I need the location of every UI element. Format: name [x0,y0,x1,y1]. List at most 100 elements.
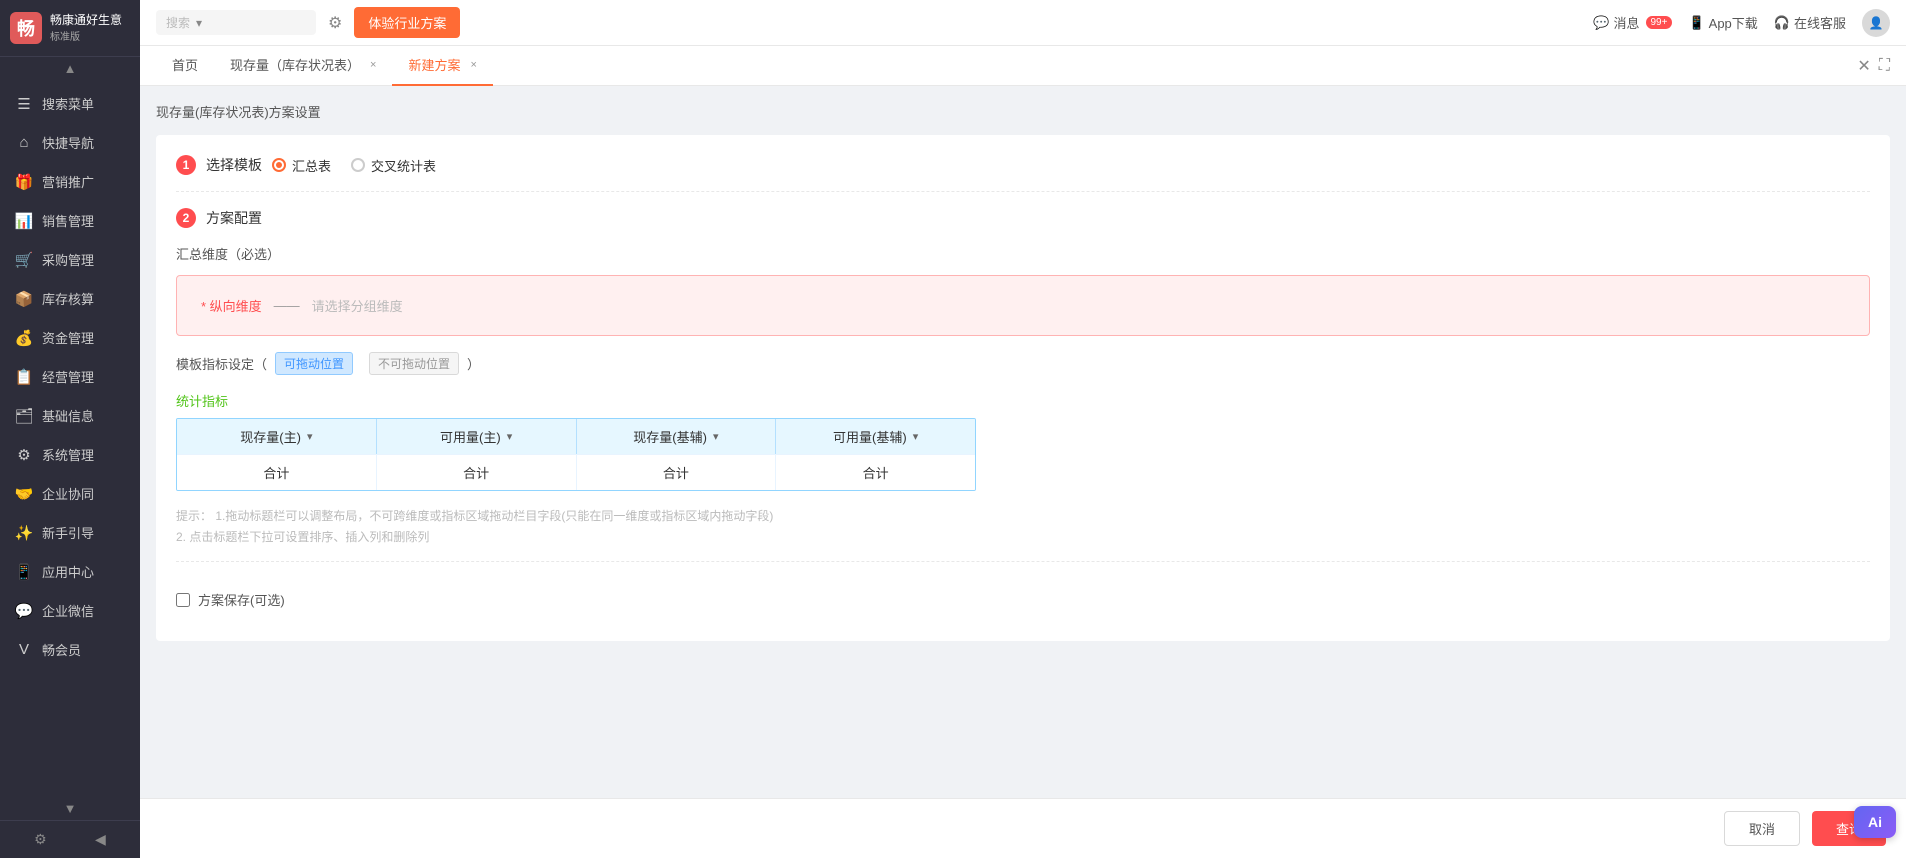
radio-cross-dot [351,158,365,172]
phone-icon: 📱 [1688,15,1704,31]
message-badge: 99+ [1646,16,1673,29]
sidebar-item-label: 系统管理 [42,445,94,464]
sidebar-nav: ☰ 搜索菜单 ⌂ 快捷导航 🎁 营销推广 📊 销售管理 🛒 采购管理 📦 库存核… [0,80,140,797]
tab-inventory-status[interactable]: 现存量（库存状况表） × [214,46,392,86]
tab-home[interactable]: 首页 [156,46,214,86]
sidebar-item-app[interactable]: 📱 应用中心 [0,552,140,591]
dimension-box: * 纵向维度 —— 请选择分组维度 [176,275,1870,336]
topbar-search[interactable]: 搜索 ▾ [156,10,316,35]
sidebar-scroll-up[interactable]: ▲ [0,57,140,80]
sidebar-item-label: 采购管理 [42,250,94,269]
col-dropdown-4[interactable]: ▾ [913,430,919,443]
col-available-sub[interactable]: 可用量(基辅) ▾ [776,419,975,454]
sidebar-item-label: 销售管理 [42,211,94,230]
col-available-main[interactable]: 可用量(主) ▾ [377,419,577,454]
user-avatar[interactable]: 👤 [1862,9,1890,37]
trial-button[interactable]: 体验行业方案 [354,7,460,38]
sidebar-item-base[interactable]: 🗂 基础信息 [0,396,140,435]
message-btn[interactable]: 💬 消息 99+ [1593,13,1672,32]
quick-nav-icon: ⌂ [14,134,34,151]
sidebar-item-finance[interactable]: 💰 资金管理 [0,318,140,357]
app-download-label: App下载 [1709,13,1758,32]
topbar-gear-icon[interactable]: ⚙ [328,13,342,33]
save-checkbox[interactable] [176,593,190,607]
sidebar-item-label: 搜索菜单 [42,94,94,113]
step2-badge: 2 [176,208,196,228]
scheme-card: 1 选择模板 汇总表 交叉统计表 2 方案配置 [156,135,1890,641]
sidebar-scroll-down[interactable]: ▼ [0,797,140,820]
step2-title: 方案配置 [206,208,262,228]
sidebar-item-guide[interactable]: ✨ 新手引导 [0,513,140,552]
biz-icon: 📋 [14,368,34,386]
online-service-btn[interactable]: 🎧 在线客服 [1774,13,1846,32]
draggable-badge: 可拖动位置 [275,352,353,375]
sidebar-item-label: 经营管理 [42,367,94,386]
settings-icon[interactable]: ⚙ [34,831,47,848]
logo-icon: 畅 [10,12,42,44]
guide-icon: ✨ [14,524,34,542]
sidebar-item-sales[interactable]: 📊 销售管理 [0,201,140,240]
save-option: 方案保存(可选) [176,578,1870,621]
sidebar-item-label: 应用中心 [42,562,94,581]
col-inventory-main-label: 现存量(主) [240,427,301,446]
topbar-right: 💬 消息 99+ 📱 App下载 🎧 在线客服 👤 [1593,9,1890,37]
tab-inventory-label: 现存量（库存状况表） [230,55,360,74]
stats-data-row: 合计 合计 合计 合计 [177,454,975,490]
sidebar-item-wechat[interactable]: 💬 企业微信 [0,591,140,630]
topbar: 搜索 ▾ ⚙ 体验行业方案 💬 消息 99+ 📱 App下载 🎧 在线客服 👤 [140,0,1906,46]
sidebar: 畅 畅康通好生意 标准版 ▲ ☰ 搜索菜单 ⌂ 快捷导航 🎁 营销推广 📊 销售… [0,0,140,858]
divider-1 [176,191,1870,192]
app-icon: 📱 [14,563,34,581]
topbar-dropdown-icon[interactable]: ▾ [196,16,202,30]
col-inventory-sub-label: 现存量(基辅) [633,427,707,446]
sidebar-item-system[interactable]: ⚙ 系统管理 [0,435,140,474]
tab-inventory-close[interactable]: × [370,59,376,71]
sidebar-item-search-menu[interactable]: ☰ 搜索菜单 [0,84,140,123]
tab-window-expand[interactable]: ⛶ [1879,57,1890,75]
dimension-row: * 纵向维度 —— 请选择分组维度 [201,296,1845,315]
col-dropdown-3[interactable]: ▾ [713,430,719,443]
step1-title: 选择模板 [206,155,262,175]
tabs-bar: 首页 现存量（库存状况表） × 新建方案 × ✕ ⛶ [140,46,1906,86]
sidebar-item-inventory[interactable]: 📦 库存核算 [0,279,140,318]
sidebar-item-biz[interactable]: 📋 经营管理 [0,357,140,396]
tip-2: 2. 点击标题栏下拉可设置排序、插入列和删除列 [176,528,1870,545]
ai-badge[interactable]: Ai [1854,806,1896,838]
message-icon: 💬 [1593,15,1609,31]
sidebar-item-quick-nav[interactable]: ⌂ 快捷导航 [0,123,140,162]
stats-header-row: 现存量(主) ▾ 可用量(主) ▾ 现存量(基辅) ▾ 可用量(基辅) ▾ [177,419,975,454]
tab-window-close[interactable]: ✕ [1857,56,1870,76]
member-icon: V [14,641,34,658]
indicator-label-suffix: ） [467,354,480,373]
radio-cross[interactable]: 交叉统计表 [351,156,436,175]
col-inventory-main[interactable]: 现存量(主) ▾ [177,419,377,454]
inventory-icon: 📦 [14,290,34,308]
stats-label: 统计指标 [176,391,1870,410]
logo-sub: 标准版 [50,28,122,43]
col-available-sub-label: 可用量(基辅) [833,427,907,446]
col-dropdown-2[interactable]: ▾ [507,430,513,443]
sidebar-item-contract[interactable]: 🤝 企业协同 [0,474,140,513]
col-dropdown-1[interactable]: ▾ [307,430,313,443]
sidebar-item-purchase[interactable]: 🛒 采购管理 [0,240,140,279]
cancel-button[interactable]: 取消 [1724,811,1800,846]
logo-name: 畅康通好生意 [50,13,122,29]
dim-placeholder: 请选择分组维度 [312,296,403,315]
sidebar-item-label: 营销推广 [42,172,94,191]
stats-table: 现存量(主) ▾ 可用量(主) ▾ 现存量(基辅) ▾ 可用量(基辅) ▾ [176,418,976,491]
main-content: 搜索 ▾ ⚙ 体验行业方案 💬 消息 99+ 📱 App下载 🎧 在线客服 👤 [140,0,1906,858]
sidebar-item-member[interactable]: V 畅会员 [0,630,140,669]
sidebar-item-marketing[interactable]: 🎁 营销推广 [0,162,140,201]
cell-4: 合计 [776,455,975,490]
avatar-text: 👤 [1869,16,1884,30]
tab-new-scheme-close[interactable]: × [470,59,476,71]
app-download-btn[interactable]: 📱 App下载 [1688,13,1757,32]
radio-summary[interactable]: 汇总表 [272,156,331,175]
sidebar-item-label: 畅会员 [42,640,81,659]
cell-1: 合计 [177,455,377,490]
col-inventory-sub[interactable]: 现存量(基辅) ▾ [577,419,777,454]
sound-icon[interactable]: ◀ [95,831,106,848]
footer-bar: 取消 查询 [140,798,1906,858]
wechat-icon: 💬 [14,602,34,620]
tab-new-scheme[interactable]: 新建方案 × [392,46,492,86]
